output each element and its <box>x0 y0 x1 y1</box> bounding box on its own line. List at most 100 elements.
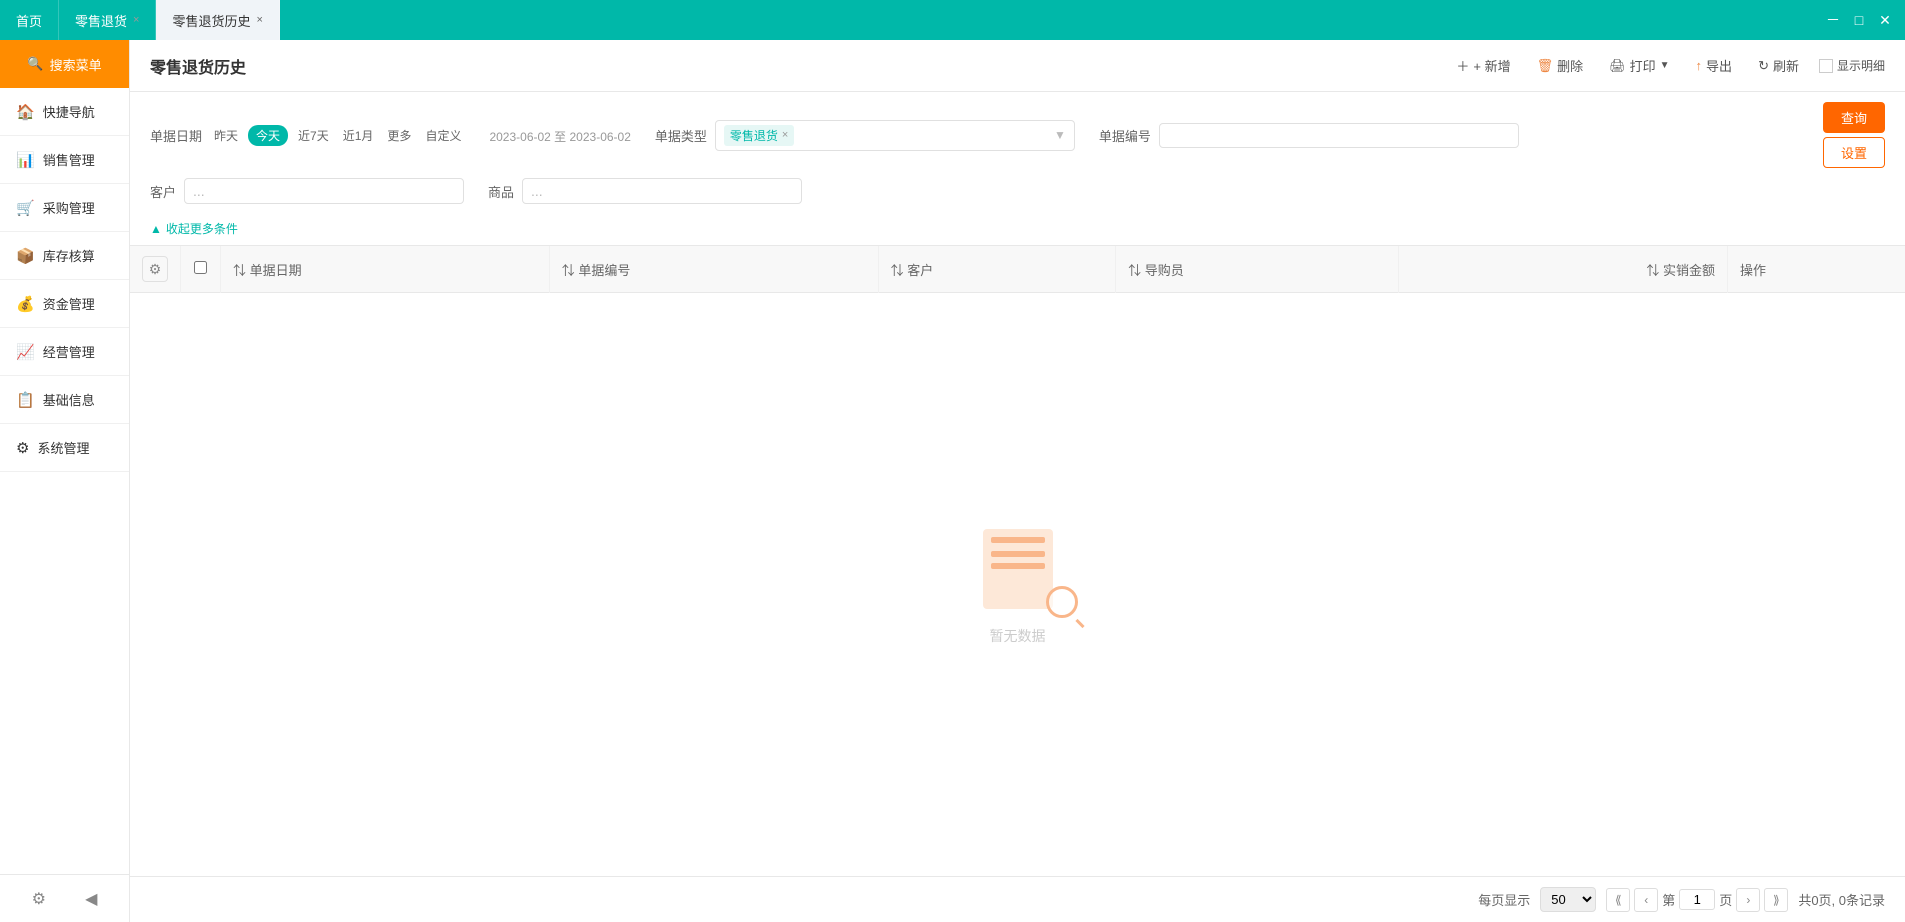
doc-line-3 <box>991 563 1045 569</box>
tab-retail-return-history[interactable]: 零售退货历史 × <box>156 0 279 40</box>
filter-row-2: 客户 ... 商品 ... <box>150 178 1885 214</box>
prev-page-button[interactable]: ‹ <box>1634 888 1658 912</box>
sidebar-item-sales[interactable]: 📊 销售管理 <box>0 136 129 184</box>
type-filter-field: 单据类型 零售退货 × ▼ <box>655 120 1075 151</box>
export-icon: ↑ <box>1696 58 1703 73</box>
remove-type-tag[interactable]: × <box>782 129 788 141</box>
tab-spacer <box>280 0 1813 40</box>
sidebar-item-system-label: 系统管理 <box>37 438 89 457</box>
date-opt-yesterday[interactable]: 昨天 <box>210 125 242 146</box>
info-icon: 📋 <box>16 391 35 409</box>
add-label: + 新增 <box>1473 56 1510 75</box>
type-dropdown-arrow: ▼ <box>1054 128 1066 142</box>
sidebar-item-purchase[interactable]: 🛒 采购管理 <box>0 184 129 232</box>
page-input[interactable] <box>1679 889 1715 910</box>
settings-button[interactable]: 设置 <box>1823 137 1885 168</box>
print-icon: 🖨 <box>1609 58 1626 74</box>
sidebar-item-business[interactable]: 📈 经营管理 <box>0 328 129 376</box>
collapse-filter-button[interactable]: ▲ 收起更多条件 <box>150 214 1885 245</box>
type-filter-box[interactable]: 零售退货 × ▼ <box>715 120 1075 151</box>
date-opt-1month[interactable]: 近1月 <box>339 125 378 146</box>
th-action-label: 操作 <box>1740 263 1766 278</box>
select-all-checkbox[interactable] <box>194 261 207 274</box>
finance-icon: 💰 <box>16 295 35 313</box>
empty-text: 暂无数据 <box>990 626 1046 646</box>
sidebar-menu: 🏠 快捷导航 📊 销售管理 🛒 采购管理 📦 库存核算 💰 资金管理 📈 <box>0 88 129 874</box>
next-page-button[interactable]: › <box>1736 888 1760 912</box>
print-button[interactable]: 🖨 打印 ▼ <box>1603 52 1675 79</box>
type-tag: 零售退货 × <box>724 125 794 146</box>
refresh-button[interactable]: ↻ 刷新 <box>1752 52 1805 79</box>
id-filter-input[interactable] <box>1159 123 1519 148</box>
sidebar-item-quick-nav[interactable]: 🏠 快捷导航 <box>0 88 129 136</box>
show-detail-checkbox[interactable] <box>1819 59 1833 73</box>
date-opt-today[interactable]: 今天 <box>248 125 288 146</box>
close-icon[interactable]: ✕ <box>1877 12 1893 28</box>
collapse-text: 收起更多条件 <box>166 220 238 237</box>
table-settings-gear[interactable]: ⚙ <box>142 256 168 282</box>
date-opt-custom[interactable]: 自定义 <box>421 125 465 146</box>
settings-icon[interactable]: ⚙ <box>32 889 46 909</box>
sidebar-item-inventory-label: 库存核算 <box>43 246 95 265</box>
customer-filter-dots: ... <box>193 183 205 199</box>
add-button[interactable]: ＋ + 新增 <box>1450 52 1516 79</box>
inventory-icon: 📦 <box>16 247 35 265</box>
delete-button[interactable]: 🗑 删除 <box>1531 52 1590 79</box>
data-table: ⚙ ⇅ 单据日期 ⇅ 单据编号 ⇅ 客户 <box>130 246 1905 293</box>
delete-label: 删除 <box>1557 56 1583 75</box>
customer-filter-field: 客户 ... <box>150 178 464 204</box>
sidebar-item-business-label: 经营管理 <box>43 342 95 361</box>
type-filter-label: 单据类型 <box>655 126 707 145</box>
print-dropdown-icon: ▼ <box>1660 60 1670 71</box>
th-guide-label: ⇅ 导购员 <box>1128 263 1184 278</box>
sidebar-item-quick-nav-label: 快捷导航 <box>43 102 95 121</box>
purchase-icon: 🛒 <box>16 199 35 217</box>
page-nav: ⟪ ‹ 第 页 › ⟫ <box>1606 888 1788 912</box>
customer-filter-box[interactable]: ... <box>184 178 464 204</box>
first-page-button[interactable]: ⟪ <box>1606 888 1630 912</box>
goods-filter-box[interactable]: ... <box>522 178 802 204</box>
tab-retail-return[interactable]: 零售退货 × <box>59 0 156 40</box>
goods-filter-label: 商品 <box>488 182 514 201</box>
tab-home[interactable]: 首页 <box>0 0 59 40</box>
per-page-select[interactable]: 50 10 20 100 <box>1540 887 1596 912</box>
tab-retail-return-history-close[interactable]: × <box>256 14 262 26</box>
th-customer: ⇅ 客户 <box>878 246 1115 293</box>
per-page-label: 每页显示 <box>1478 890 1530 909</box>
export-button[interactable]: ↑ 导出 <box>1690 52 1739 79</box>
page-prefix-label: 第 <box>1662 890 1675 909</box>
customer-filter-label: 客户 <box>150 182 176 201</box>
sidebar: 🔍 搜索菜单 🏠 快捷导航 📊 销售管理 🛒 采购管理 📦 库存核算 💰 <box>0 40 130 922</box>
type-tag-text: 零售退货 <box>730 127 778 144</box>
business-icon: 📈 <box>16 343 35 361</box>
query-button[interactable]: 查询 <box>1823 102 1885 133</box>
magnifier-icon <box>1046 586 1078 618</box>
date-opt-7days[interactable]: 近7天 <box>294 125 333 146</box>
sidebar-item-system[interactable]: ⚙ 系统管理 <box>0 424 129 472</box>
table-section: ⚙ ⇅ 单据日期 ⇅ 单据编号 ⇅ 客户 <box>130 246 1905 876</box>
last-page-button[interactable]: ⟫ <box>1764 888 1788 912</box>
sales-icon: 📊 <box>16 151 35 169</box>
maximize-icon[interactable]: □ <box>1851 12 1867 28</box>
pagination-bar: 每页显示 50 10 20 100 ⟪ ‹ 第 页 › ⟫ 共0页, 0条记录 <box>130 876 1905 922</box>
minimize-icon[interactable]: － <box>1825 12 1841 28</box>
date-options: 昨天 今天 近7天 近1月 更多 自定义 <box>210 125 465 146</box>
sidebar-item-info[interactable]: 📋 基础信息 <box>0 376 129 424</box>
th-date: ⇅ 单据日期 <box>221 246 550 293</box>
sidebar-search[interactable]: 🔍 搜索菜单 <box>0 40 129 88</box>
th-date-label: ⇅ 单据日期 <box>233 263 302 278</box>
tab-home-label: 首页 <box>16 11 42 30</box>
content-area: 零售退货历史 ＋ + 新增 🗑 删除 🖨 打印 ▼ ↑ 导出 <box>130 40 1905 922</box>
refresh-label: 刷新 <box>1773 56 1799 75</box>
system-icon: ⚙ <box>16 439 29 457</box>
date-opt-more[interactable]: 更多 <box>383 125 415 146</box>
sidebar-item-finance[interactable]: 💰 资金管理 <box>0 280 129 328</box>
collapse-sidebar-icon[interactable]: ◀ <box>85 889 97 909</box>
id-filter-label: 单据编号 <box>1099 126 1151 145</box>
page-title: 零售退货历史 <box>150 54 246 78</box>
th-checkbox <box>181 246 221 293</box>
show-detail-field: 显示明细 <box>1819 57 1885 74</box>
collapse-arrow-icon: ▲ <box>150 222 162 236</box>
tab-retail-return-close[interactable]: × <box>133 14 139 26</box>
sidebar-item-inventory[interactable]: 📦 库存核算 <box>0 232 129 280</box>
